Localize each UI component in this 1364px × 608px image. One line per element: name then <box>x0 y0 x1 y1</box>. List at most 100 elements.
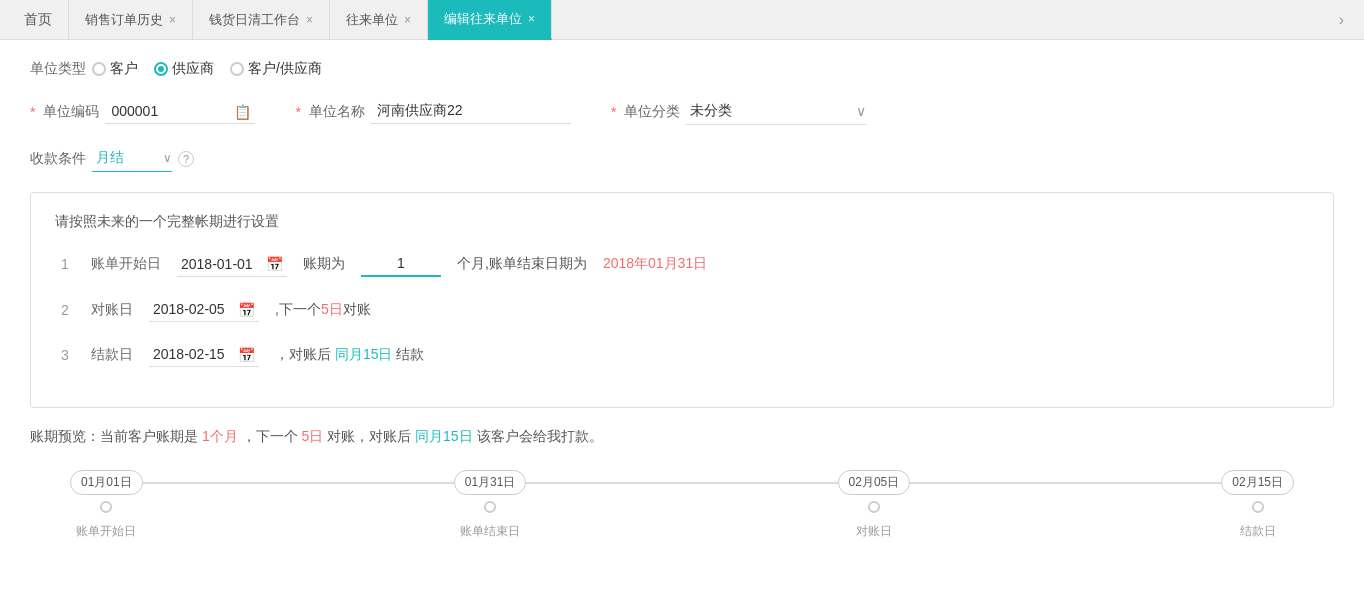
timeline-dot-2 <box>484 501 496 513</box>
timeline-bubble-3: 02月05日 <box>838 470 911 495</box>
reconcile-date-calendar-icon[interactable]: 📅 <box>238 302 255 318</box>
row-label-2: 对账日 <box>91 301 133 319</box>
period-input[interactable] <box>361 251 441 277</box>
payment-select[interactable]: 月结 ∨ <box>92 145 172 172</box>
payment-highlight: 同月15日 <box>335 346 393 362</box>
radio-customer[interactable]: 客户 <box>92 60 138 78</box>
row-label-3: 结款日 <box>91 346 133 364</box>
row-num-1: 1 <box>55 256 75 272</box>
tab-overflow-arrow[interactable]: › <box>1327 11 1356 29</box>
start-date-wrapper: 📅 <box>177 252 287 277</box>
timeline-point-2: 01月31日 账单结束日 <box>454 470 527 540</box>
tab-cash-work-label: 钱货日清工作台 <box>209 11 300 29</box>
tab-home-label: 首页 <box>24 11 52 29</box>
tab-edit-partner-label: 编辑往来单位 <box>444 10 522 28</box>
tab-edit-partner[interactable]: 编辑往来单位 × <box>428 0 552 40</box>
unit-code-label: 单位编码 <box>43 103 99 121</box>
unit-classify-star: * <box>611 104 616 120</box>
payment-arrow-icon: ∨ <box>163 151 172 165</box>
unit-code-star: * <box>30 104 35 120</box>
radio-both[interactable]: 客户/供应商 <box>230 60 322 78</box>
timeline-label-1: 账单开始日 <box>76 523 136 540</box>
radio-supplier-label: 供应商 <box>172 60 214 78</box>
unit-name-label: 单位名称 <box>309 103 365 121</box>
unit-code-copy-icon[interactable]: 📋 <box>234 104 251 120</box>
tab-partner-close[interactable]: × <box>404 13 411 27</box>
unit-classify-select[interactable]: 未分类 ∨ <box>686 98 866 125</box>
radio-both-label: 客户/供应商 <box>248 60 322 78</box>
unit-type-label: 单位类型 <box>30 60 86 78</box>
preview-day: 5日 <box>301 428 323 444</box>
payment-help-icon[interactable]: ? <box>178 151 194 167</box>
payment-row: 收款条件 月结 ∨ ? <box>30 145 1334 172</box>
preview-label: 账期预览：当前客户账期是 <box>30 428 198 444</box>
unit-type-row: 单位类型 客户 供应商 客户/供应商 <box>30 60 1334 78</box>
card-title: 请按照未来的一个完整帐期进行设置 <box>55 213 1309 231</box>
timeline-dot-1 <box>100 501 112 513</box>
payment-date-calendar-icon[interactable]: 📅 <box>238 347 255 363</box>
unit-name-star: * <box>295 104 300 120</box>
preview-end: 该客户会给我打款。 <box>477 428 603 444</box>
unit-classify-label: 单位分类 <box>624 103 680 121</box>
tab-cash-work-close[interactable]: × <box>306 13 313 27</box>
payment-value: 月结 <box>92 145 144 171</box>
period-label: 账期为 <box>303 255 345 273</box>
preview-mid2: 对账，对账后 <box>327 428 411 444</box>
unit-info-row: * 单位编码 📋 * 单位名称 * 单位分类 未分类 ∨ <box>30 98 1334 125</box>
tab-cash-work[interactable]: 钱货日清工作台 × <box>193 0 330 40</box>
tab-partner[interactable]: 往来单位 × <box>330 0 428 40</box>
tab-sales-history-close[interactable]: × <box>169 13 176 27</box>
period-end-date: 2018年01月31日 <box>603 255 707 273</box>
unit-classify-group: * 单位分类 未分类 ∨ <box>611 98 866 125</box>
radio-group: 客户 供应商 客户/供应商 <box>92 60 322 78</box>
preview-settlement: 同月15日 <box>415 428 473 444</box>
unit-code-group: * 单位编码 📋 <box>30 99 255 124</box>
tab-sales-history[interactable]: 销售订单历史 × <box>69 0 193 40</box>
timeline-label-4: 结款日 <box>1240 523 1276 540</box>
tab-partner-label: 往来单位 <box>346 11 398 29</box>
timeline-point-1: 01月01日 账单开始日 <box>70 470 143 540</box>
tab-edit-partner-close[interactable]: × <box>528 12 535 26</box>
payment-label: 收款条件 <box>30 150 86 168</box>
setting-row-3: 3 结款日 📅 ，对账后 同月15日 结款 <box>55 342 1309 367</box>
unit-name-group: * 单位名称 <box>295 99 570 124</box>
timeline-bubble-2: 01月31日 <box>454 470 527 495</box>
unit-name-input[interactable] <box>371 99 571 124</box>
timeline-point-3: 02月05日 对账日 <box>838 470 911 540</box>
preview-period: 1个月 <box>202 428 238 444</box>
timeline: 01月01日 账单开始日 01月31日 账单结束日 02月05日 对账日 02月… <box>30 470 1334 540</box>
reconcile-highlight: 5日 <box>321 301 343 317</box>
setting-row-2: 2 对账日 📅 ,下一个5日对账 <box>55 297 1309 322</box>
settings-card: 请按照未来的一个完整帐期进行设置 1 账单开始日 📅 账期为 个月,账单结束日期… <box>30 192 1334 408</box>
tab-sales-history-label: 销售订单历史 <box>85 11 163 29</box>
payment-date-wrapper: 📅 <box>149 342 259 367</box>
tab-home[interactable]: 首页 <box>8 0 69 40</box>
timeline-label-2: 账单结束日 <box>460 523 520 540</box>
unit-code-input-wrapper: 📋 <box>105 99 255 124</box>
unit-classify-arrow-icon: ∨ <box>856 103 866 119</box>
timeline-label-3: 对账日 <box>856 523 892 540</box>
preview-section: 账期预览：当前客户账期是 1个月 ，下一个 5日 对账，对账后 同月15日 该客… <box>30 428 1334 446</box>
period-unit: 个月,账单结束日期为 <box>457 255 587 273</box>
timeline-points: 01月01日 账单开始日 01月31日 账单结束日 02月05日 对账日 02月… <box>70 470 1294 540</box>
radio-customer-circle <box>92 62 106 76</box>
unit-type-group: 单位类型 客户 供应商 客户/供应商 <box>30 60 322 78</box>
payment-desc: ，对账后 同月15日 结款 <box>275 346 424 364</box>
timeline-bubble-4: 02月15日 <box>1221 470 1294 495</box>
tab-bar: 首页 销售订单历史 × 钱货日清工作台 × 往来单位 × 编辑往来单位 × › <box>0 0 1364 40</box>
row-num-3: 3 <box>55 347 75 363</box>
row-label-1: 账单开始日 <box>91 255 161 273</box>
radio-both-circle <box>230 62 244 76</box>
start-date-calendar-icon[interactable]: 📅 <box>266 256 283 272</box>
timeline-dot-3 <box>868 501 880 513</box>
unit-code-input[interactable] <box>105 99 255 124</box>
radio-customer-label: 客户 <box>110 60 138 78</box>
radio-supplier[interactable]: 供应商 <box>154 60 214 78</box>
radio-supplier-circle <box>154 62 168 76</box>
payment-group: 收款条件 月结 ∨ ? <box>30 145 194 172</box>
unit-classify-value: 未分类 <box>686 98 752 124</box>
timeline-point-4: 02月15日 结款日 <box>1221 470 1294 540</box>
setting-row-1: 1 账单开始日 📅 账期为 个月,账单结束日期为 2018年01月31日 <box>55 251 1309 277</box>
timeline-bubble-1: 01月01日 <box>70 470 143 495</box>
reconcile-date-wrapper: 📅 <box>149 297 259 322</box>
